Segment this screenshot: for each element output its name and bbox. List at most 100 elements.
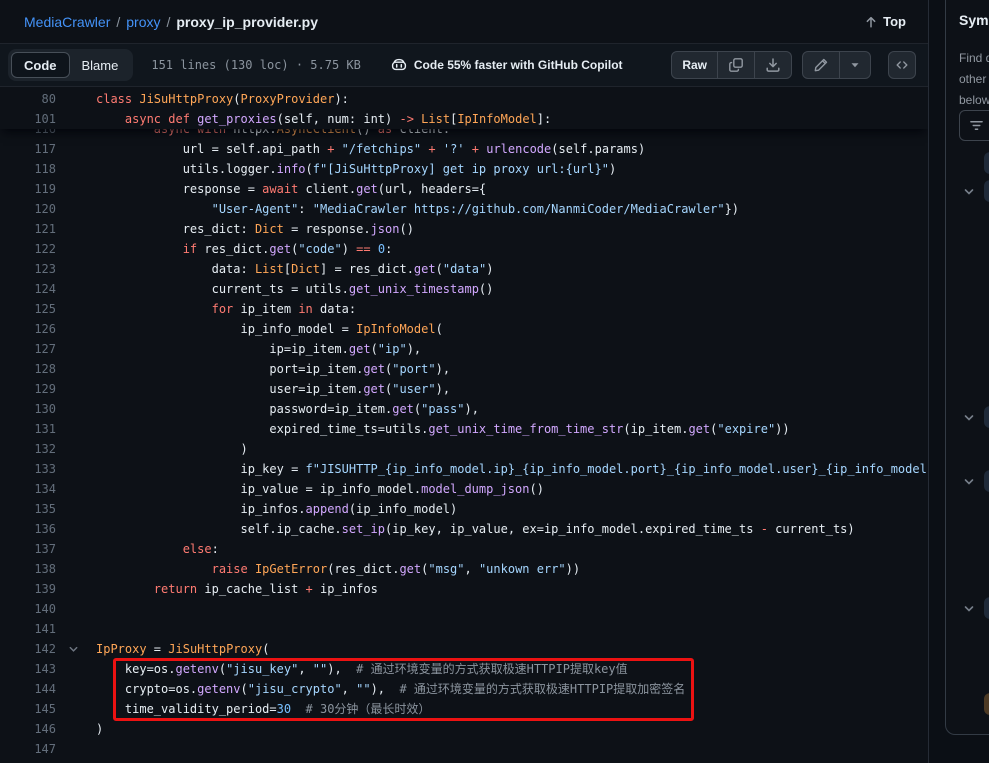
- line-number[interactable]: 136: [0, 519, 56, 539]
- line-number[interactable]: 141: [0, 619, 56, 639]
- code-line: 137 else:: [0, 539, 928, 559]
- line-number[interactable]: 133: [0, 459, 56, 479]
- line-number[interactable]: 138: [0, 559, 56, 579]
- code-line: 136 self.ip_cache.set_ip(ip_key, ip_valu…: [0, 519, 928, 539]
- symbols-panel-title: Symbols: [959, 12, 989, 28]
- breadcrumb-folder-link[interactable]: proxy: [126, 14, 160, 30]
- line-number[interactable]: 101: [0, 109, 56, 129]
- fold-chevron-icon[interactable]: [68, 644, 79, 655]
- fold-gutter: [56, 579, 96, 599]
- copilot-icon: [391, 57, 407, 73]
- line-number[interactable]: 126: [0, 319, 56, 339]
- line-number[interactable]: 140: [0, 599, 56, 619]
- edit-dropdown-button[interactable]: [839, 52, 870, 78]
- symbol-item[interactable]: [984, 470, 989, 492]
- line-number[interactable]: 128: [0, 359, 56, 379]
- code-text: data: List[Dict] = res_dict.get("data"): [96, 259, 493, 279]
- fold-gutter: [56, 279, 96, 299]
- chevron-down-icon[interactable]: [963, 603, 975, 615]
- code-text: ): [96, 439, 248, 459]
- line-number[interactable]: 123: [0, 259, 56, 279]
- fold-gutter: [56, 239, 96, 259]
- line-number[interactable]: 142: [0, 639, 56, 659]
- fold-gutter: [56, 479, 96, 499]
- copilot-banner: Code 55% faster with GitHub Copilot: [391, 57, 623, 73]
- sticky-context-lines: 80class JiSuHttpProxy(ProxyProvider):101…: [0, 87, 928, 129]
- line-number[interactable]: 143: [0, 659, 56, 679]
- line-number[interactable]: 134: [0, 479, 56, 499]
- line-number[interactable]: 137: [0, 539, 56, 559]
- breadcrumb: MediaCrawler / proxy / proxy_ip_provider…: [0, 0, 928, 44]
- line-number[interactable]: 139: [0, 579, 56, 599]
- code-text: url = self.api_path + "/fetchips" + '?' …: [96, 139, 645, 159]
- fold-gutter: [56, 459, 96, 479]
- fold-gutter: [56, 299, 96, 319]
- symbol-item[interactable]: [984, 597, 989, 619]
- line-number[interactable]: 135: [0, 499, 56, 519]
- line-number[interactable]: 145: [0, 699, 56, 719]
- raw-button[interactable]: Raw: [672, 52, 717, 78]
- symbol-item[interactable]: [984, 406, 989, 428]
- code-text: return ip_cache_list + ip_infos: [96, 579, 378, 599]
- fold-gutter: [56, 159, 96, 179]
- code-brackets-icon: [895, 58, 909, 72]
- code-line: 118 utils.logger.info(f"[JiSuHttpProxy] …: [0, 159, 928, 179]
- file-toolbar: Code Blame 151 lines (130 loc) · 5.75 KB…: [0, 44, 928, 87]
- code-line: 130 password=ip_item.get("pass"),: [0, 399, 928, 419]
- fold-gutter: [56, 439, 96, 459]
- chevron-down-icon[interactable]: [963, 412, 975, 424]
- code-blame-switcher: Code Blame: [8, 49, 133, 81]
- line-number[interactable]: 147: [0, 739, 56, 759]
- symbol-item[interactable]: [984, 180, 989, 202]
- code-line: 101 async def get_proxies(self, num: int…: [0, 109, 928, 129]
- description-line: below or in the code.: [959, 90, 989, 111]
- line-number[interactable]: 131: [0, 419, 56, 439]
- line-number[interactable]: 120: [0, 199, 56, 219]
- fold-gutter: [56, 499, 96, 519]
- line-number[interactable]: 121: [0, 219, 56, 239]
- code-text: current_ts = utils.get_unix_timestamp(): [96, 279, 493, 299]
- symbol-item[interactable]: [984, 152, 989, 174]
- line-number[interactable]: 119: [0, 179, 56, 199]
- symbols-filter-button[interactable]: [959, 110, 989, 141]
- code-line: 122 if res_dict.get("code") == 0:: [0, 239, 928, 259]
- line-number[interactable]: 127: [0, 339, 56, 359]
- code-text: raise IpGetError(res_dict.get("msg", "un…: [96, 559, 580, 579]
- edit-button[interactable]: [803, 52, 839, 78]
- line-number[interactable]: 117: [0, 139, 56, 159]
- symbol-item-highlighted[interactable]: [984, 693, 989, 715]
- code-line: 131 expired_time_ts=utils.get_unix_time_…: [0, 419, 928, 439]
- breadcrumb-repo-link[interactable]: MediaCrawler: [24, 14, 110, 30]
- tab-code[interactable]: Code: [11, 52, 70, 78]
- code-text: for ip_item in data:: [96, 299, 356, 319]
- line-number[interactable]: 118: [0, 159, 56, 179]
- code-text: ip_infos.append(ip_info_model): [96, 499, 457, 519]
- code-line: 125 for ip_item in data:: [0, 299, 928, 319]
- code-line: 146): [0, 719, 928, 739]
- line-number[interactable]: 80: [0, 89, 56, 109]
- line-number[interactable]: 130: [0, 399, 56, 419]
- back-to-top-label: Top: [883, 14, 906, 29]
- code-text: "User-Agent": "MediaCrawler https://gith…: [96, 199, 739, 219]
- chevron-down-icon[interactable]: [963, 186, 975, 198]
- symbols-toggle-button[interactable]: [888, 51, 916, 79]
- fold-gutter: [56, 739, 96, 759]
- code-text: expired_time_ts=utils.get_unix_time_from…: [96, 419, 790, 439]
- code-text: port=ip_item.get("port"),: [96, 359, 450, 379]
- code-text: ip_value = ip_info_model.model_dump_json…: [96, 479, 544, 499]
- download-button[interactable]: [754, 52, 791, 78]
- line-number[interactable]: 132: [0, 439, 56, 459]
- back-to-top-button[interactable]: Top: [858, 10, 912, 33]
- line-number[interactable]: 125: [0, 299, 56, 319]
- line-number[interactable]: 124: [0, 279, 56, 299]
- fold-gutter[interactable]: [56, 639, 96, 659]
- code-line: 117 url = self.api_path + "/fetchips" + …: [0, 139, 928, 159]
- line-number[interactable]: 122: [0, 239, 56, 259]
- copy-button[interactable]: [717, 52, 754, 78]
- chevron-down-icon[interactable]: [963, 476, 975, 488]
- line-number[interactable]: 144: [0, 679, 56, 699]
- line-number[interactable]: 129: [0, 379, 56, 399]
- code-line: 140: [0, 599, 928, 619]
- line-number[interactable]: 146: [0, 719, 56, 739]
- tab-blame[interactable]: Blame: [70, 52, 131, 78]
